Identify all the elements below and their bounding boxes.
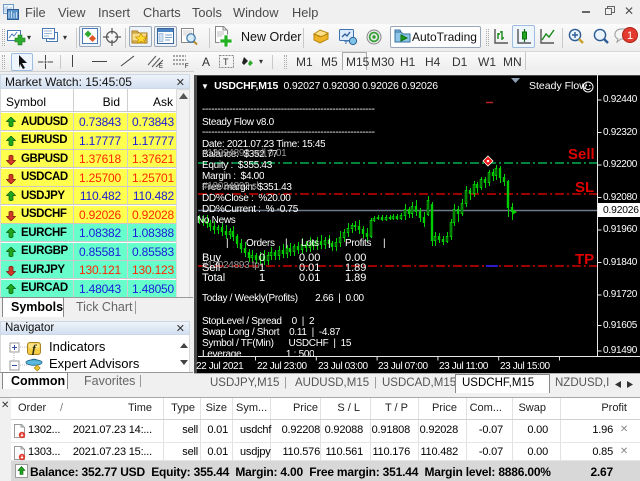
svg-text:F: F (185, 64, 189, 68)
svg-text:T: T (223, 57, 229, 67)
svg-text:E: E (159, 64, 163, 68)
svg-text:1: 1 (627, 30, 633, 42)
